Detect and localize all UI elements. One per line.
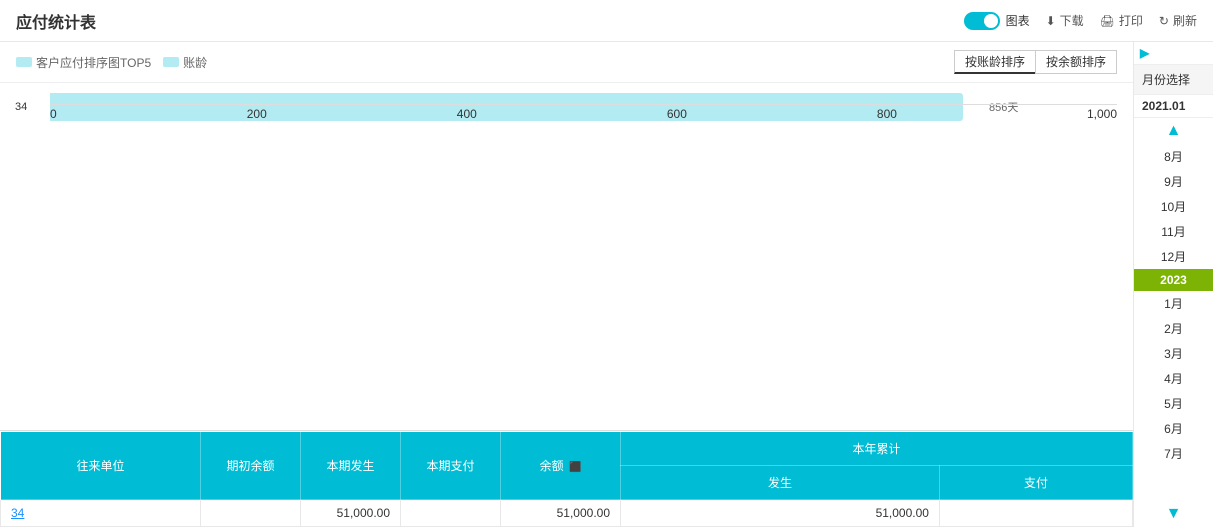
bar-id-label: 34	[15, 101, 27, 113]
x-axis-0: 0	[50, 107, 57, 121]
sort-by-balance-button[interactable]: 按余额排序	[1035, 50, 1117, 74]
x-axis-1000: 1,000	[1087, 107, 1117, 121]
legend-label-age: 账龄	[183, 54, 207, 71]
sidebar-up-button[interactable]: ▲	[1134, 118, 1213, 144]
month-item-mar[interactable]: 3月	[1134, 341, 1213, 366]
x-axis-800: 800	[877, 107, 897, 121]
refresh-icon: ↻	[1159, 14, 1169, 28]
month-item-may[interactable]: 5月	[1134, 391, 1213, 416]
data-table: 往来单位 期初余额 本期发生 本期支付 余额 ⬛ 本年累计	[0, 431, 1133, 527]
col-current-payment: 本期支付	[401, 432, 501, 500]
chevron-right-icon: ▶	[1140, 46, 1149, 60]
x-axis-600: 600	[667, 107, 687, 121]
month-item-aug[interactable]: 8月	[1134, 144, 1213, 169]
chart-area: 34 856天 0 200 400 600	[0, 83, 1133, 151]
sidebar-header: 月份选择	[1134, 65, 1213, 95]
print-label: 打印	[1119, 12, 1143, 29]
col-opening-balance: 期初余额	[201, 432, 301, 500]
col-current-occurrence: 本期发生	[301, 432, 401, 500]
table-wrapper: 往来单位 期初余额 本期发生 本期支付 余额 ⬛ 本年累计	[0, 431, 1133, 527]
header-actions: 图表 ⬇ 下载 🖨 打印 ↻ 刷新	[964, 12, 1197, 30]
download-label: 下载	[1060, 12, 1084, 29]
chart-toggle-group: 图表	[964, 12, 1030, 30]
chevron-up-icon: ▲	[1166, 122, 1182, 140]
x-axis-400: 400	[457, 107, 477, 121]
chart-legend: 客户应付排序图TOP5 账龄	[16, 54, 207, 71]
col-annual-occurrence: 发生	[621, 466, 940, 500]
table-row: 34 51,000.00 51,000.00 51,000.00	[1, 500, 1133, 527]
legend-color-age	[163, 57, 179, 67]
cell-current-occurrence: 51,000.00	[301, 500, 401, 527]
month-item-jul[interactable]: 7月	[1134, 441, 1213, 466]
month-item-jan[interactable]: 1月	[1134, 291, 1213, 316]
sidebar-nav: 8月 9月 10月 11月 12月 2023 1月 2月 3月 4月 5月 6月…	[1134, 144, 1213, 501]
legend-label-top5: 客户应付排序图TOP5	[36, 54, 151, 71]
col-source-unit: 往来单位	[1, 432, 201, 500]
x-axis: 0 200 400 600 800 1,000	[50, 104, 1117, 121]
sidebar: ▶ 月份选择 2021.01 ▲ 8月 9月 10月 11月 12月 2023 …	[1133, 42, 1213, 527]
cell-opening-balance	[201, 500, 301, 527]
chart-controls: 客户应付排序图TOP5 账龄 按账龄排序 按余额排序	[0, 42, 1133, 83]
source-unit-link[interactable]: 34	[11, 506, 24, 520]
refresh-button[interactable]: ↻ 刷新	[1159, 12, 1197, 29]
main-content: 客户应付排序图TOP5 账龄 按账龄排序 按余额排序	[0, 42, 1213, 527]
print-button[interactable]: 🖨 打印	[1100, 12, 1143, 29]
month-item-nov[interactable]: 11月	[1134, 219, 1213, 244]
col-balance: 余额 ⬛	[501, 432, 621, 500]
balance-icon: ⬛	[569, 462, 581, 473]
chart-toggle[interactable]	[964, 12, 1000, 30]
sidebar-collapse-btn[interactable]: ▶	[1134, 42, 1213, 65]
legend-color-top5	[16, 57, 32, 67]
month-item-2023[interactable]: 2023	[1134, 269, 1213, 291]
page-title: 应付统计表	[16, 9, 96, 33]
legend-item-top5: 客户应付排序图TOP5	[16, 54, 151, 71]
header: 应付统计表 图表 ⬇ 下载 🖨 打印 ↻ 刷新	[0, 0, 1213, 42]
download-icon: ⬇	[1046, 14, 1056, 28]
refresh-label: 刷新	[1173, 12, 1197, 29]
print-icon: 🖨	[1100, 14, 1115, 28]
chevron-down-icon: ▼	[1166, 505, 1182, 523]
sidebar-down-button[interactable]: ▼	[1134, 501, 1213, 527]
app-container: 应付统计表 图表 ⬇ 下载 🖨 打印 ↻ 刷新	[0, 0, 1213, 527]
col-annual-cumulative: 本年累计	[621, 432, 1133, 466]
chart-inner: 34 856天 0 200 400 600	[50, 93, 1117, 121]
month-item-feb[interactable]: 2月	[1134, 316, 1213, 341]
cell-source-unit: 34	[1, 500, 201, 527]
cell-balance: 51,000.00	[501, 500, 621, 527]
cell-annual-payment	[939, 500, 1132, 527]
table-header-row-1: 往来单位 期初余额 本期发生 本期支付 余额 ⬛ 本年累计	[1, 432, 1133, 466]
table-section: 往来单位 期初余额 本期发生 本期支付 余额 ⬛ 本年累计	[0, 430, 1133, 527]
download-button[interactable]: ⬇ 下载	[1046, 12, 1084, 29]
col-annual-payment: 支付	[939, 466, 1132, 500]
sort-by-amount-button[interactable]: 按账龄排序	[954, 50, 1035, 74]
month-item-apr[interactable]: 4月	[1134, 366, 1213, 391]
chart-toggle-label: 图表	[1006, 12, 1030, 29]
main-left: 客户应付排序图TOP5 账龄 按账龄排序 按余额排序	[0, 42, 1133, 527]
chart-upper: 34 856天 0 200 400 600	[0, 83, 1133, 430]
legend-item-age: 账龄	[163, 54, 207, 71]
x-axis-200: 200	[247, 107, 267, 121]
month-item-jun[interactable]: 6月	[1134, 416, 1213, 441]
month-item-sep[interactable]: 9月	[1134, 169, 1213, 194]
cell-current-payment	[401, 500, 501, 527]
month-item-dec[interactable]: 12月	[1134, 244, 1213, 269]
cell-annual-occurrence: 51,000.00	[621, 500, 940, 527]
month-item-oct[interactable]: 10月	[1134, 194, 1213, 219]
sidebar-current: 2021.01	[1134, 95, 1213, 118]
sort-buttons: 按账龄排序 按余额排序	[954, 50, 1117, 74]
